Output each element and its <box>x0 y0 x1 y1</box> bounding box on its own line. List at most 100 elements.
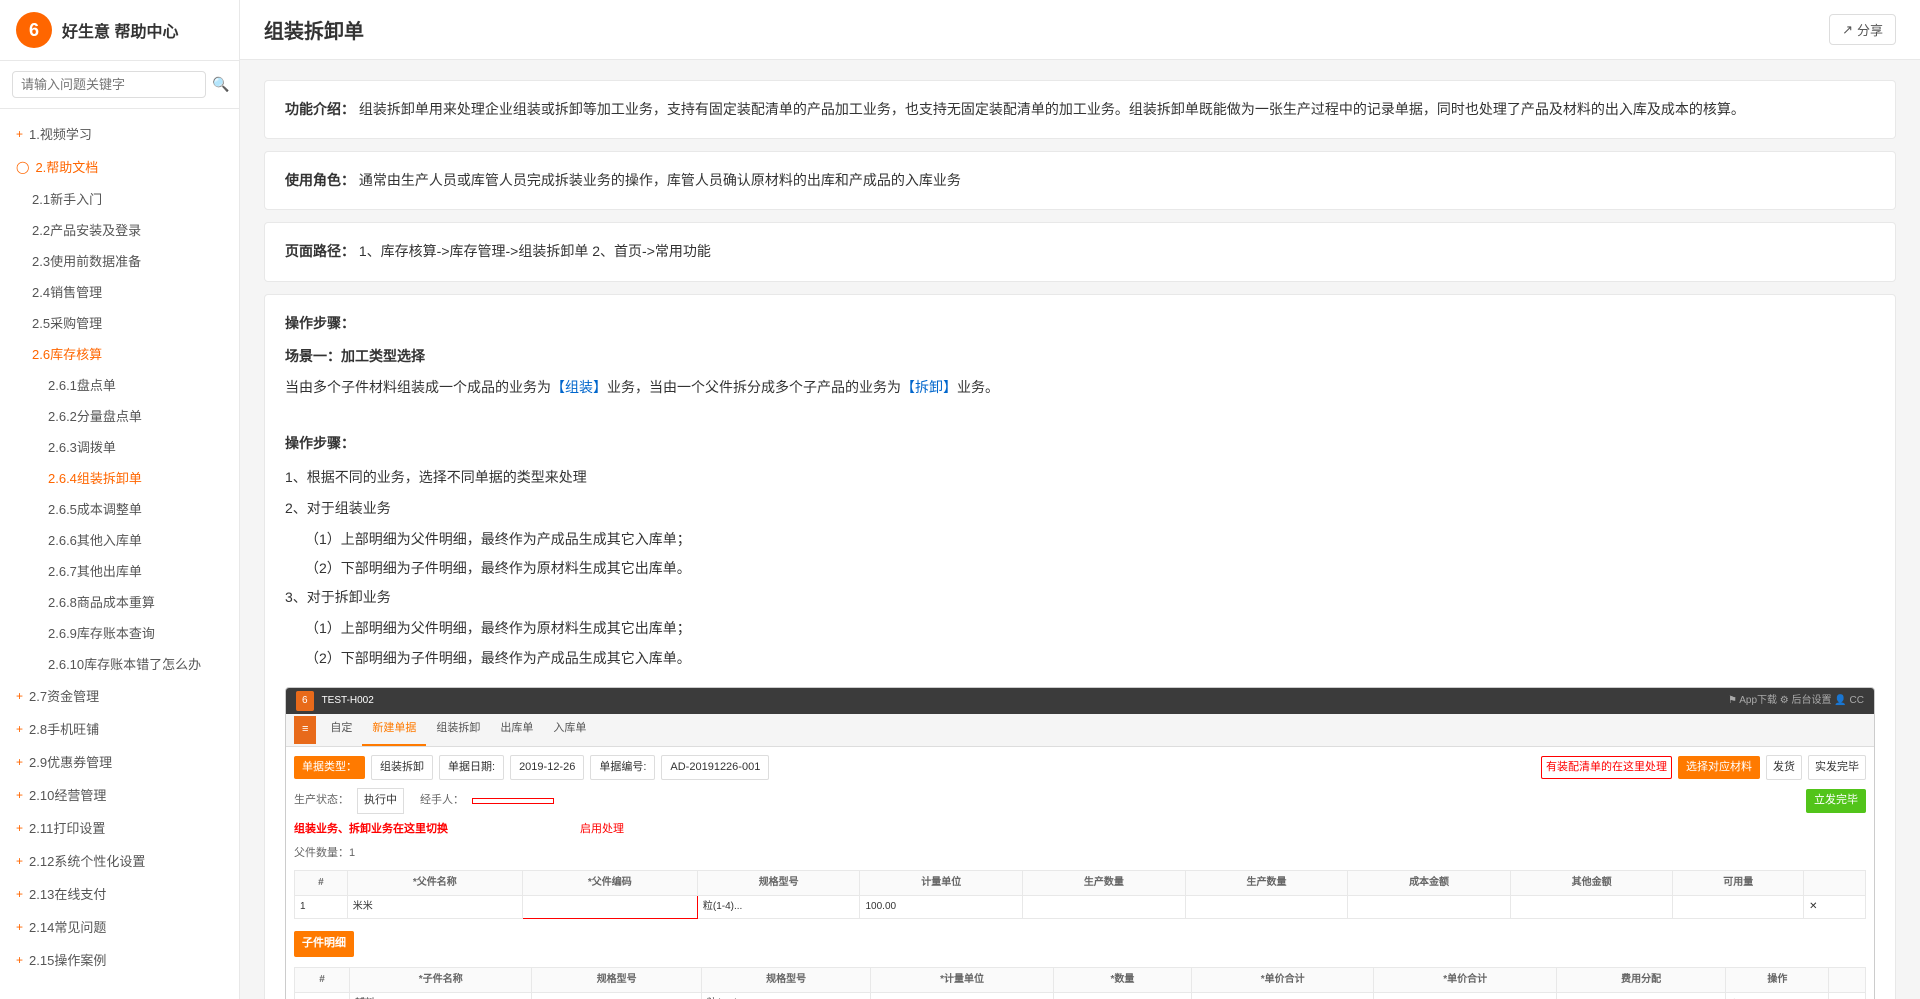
sidebar-sub-2-6-3[interactable]: 2.6.3调拨单 <box>0 431 239 462</box>
sc-logo: 6 <box>296 691 314 711</box>
step3: 3、对于拆卸业务 <box>285 585 1875 610</box>
table-row: 1 米米 粒(1-4)... 100.00 <box>295 895 1866 918</box>
sidebar-item-video[interactable]: + 1.视频学习 <box>0 117 239 150</box>
sidebar-item-help[interactable]: ◯ 2.帮助文档 <box>0 150 239 183</box>
sc-sub-label: 生产状态： <box>294 791 349 811</box>
plus-icon: + <box>16 722 23 736</box>
sc-col-spec: 规格型号 <box>697 870 860 895</box>
sc-tab-xinjian[interactable]: 新建单据 <box>362 714 426 746</box>
sc-type-value[interactable]: 组装拆卸 <box>371 755 433 781</box>
step2: 2、对于组装业务 <box>285 496 1875 521</box>
sc-btn-confirm[interactable]: 立发完毕 <box>1806 789 1866 813</box>
sidebar-item-2-15[interactable]: + 2.15操作案例 <box>0 943 239 976</box>
sidebar-sub-2-5[interactable]: 2.5采购管理 <box>0 307 239 338</box>
sidebar-sub-2-6-2[interactable]: 2.6.2分量盘点单 <box>0 400 239 431</box>
zuzhuang-text: 【组装】 <box>551 379 607 395</box>
sc-sub-section-header: 子件明细 <box>294 925 1866 961</box>
ops-block: 操作步骤： 场景一：加工类型选择 当由多个子件材料组装成一个成品的业务为【组装】… <box>264 294 1896 999</box>
sc-col-avail: 可用量 <box>1673 870 1804 895</box>
sc-col-qty2: 生产数量 <box>1185 870 1348 895</box>
sidebar-sub-2-6-9[interactable]: 2.6.9库存账本查询 <box>0 617 239 648</box>
sidebar-sub-2-1[interactable]: 2.1新手入门 <box>0 183 239 214</box>
sidebar-sub-2-6-8[interactable]: 2.6.8商品成本重算 <box>0 586 239 617</box>
func-intro-text: 组装拆卸单用来处理企业组装或拆卸等加工业务，支持有固定装配清单的产品加工业务，也… <box>359 101 1745 117</box>
sc-top-bar: 6 TEST-H002 ⚑ App下载 ⚙ 后台设置 👤 CC <box>286 688 1874 714</box>
sidebar-header: 6 好生意 帮助中心 <box>0 0 239 61</box>
page-title: 组装拆卸单 <box>264 15 364 44</box>
sidebar-sub-2-3[interactable]: 2.3使用前数据准备 <box>0 245 239 276</box>
sc-sub-status: 执行中 <box>357 788 404 814</box>
sc-code-value: AD-20191226-001 <box>661 755 769 781</box>
step3-1: （1）上部明细为父件明细，最终作为原材料生成其它出库单； <box>305 616 1875 641</box>
sidebar-item-2-10[interactable]: + 2.10经营管理 <box>0 778 239 811</box>
sc-col-cost: 成本金额 <box>1348 870 1511 895</box>
scenario1-title: 场景一：加工类型选择 <box>285 344 1875 369</box>
sidebar-sub-2-6-1[interactable]: 2.6.1盘点单 <box>0 369 239 400</box>
step2-1: （1）上部明细为父件明细，最终作为产成品生成其它入库单； <box>305 527 1875 552</box>
step3-2: （2）下部明细为子件明细，最终作为产成品生成其它入库单。 <box>305 646 1875 671</box>
sc-child-table: # *子件名称 规格型号 规格型号 *计量单位 *数量 *单价合计 *单价合计 … <box>294 967 1866 999</box>
role-text: 通常由生产人员或库管人员完成拆装业务的操作，库管人员确认原材料的出库和产成品的入… <box>359 172 961 188</box>
share-button[interactable]: ↗ 分享 <box>1829 14 1896 45</box>
sc-child-header-row: # *子件名称 规格型号 规格型号 *计量单位 *数量 *单价合计 *单价合计 … <box>295 967 1866 992</box>
search-icon[interactable]: 🔍 <box>212 76 229 93</box>
sc-btn-action[interactable]: 发货 <box>1766 755 1802 781</box>
app-title: 好生意 帮助中心 <box>62 18 178 42</box>
sidebar-item-label: 1.视频学习 <box>29 124 92 143</box>
path-text: 1、库存核算->库存管理->组装拆卸单 2、首页->常用功能 <box>359 243 711 259</box>
main-header: 组装拆卸单 ↗ 分享 <box>240 0 1920 60</box>
ops-steps-title: 操作步骤： <box>285 431 1875 456</box>
sc-parent-section: 父件数量：1 # *父件名称 *父件编码 规格型号 计量单位 生产数量 <box>294 844 1866 919</box>
sidebar-sub-2-6-5[interactable]: 2.6.5成本调整单 <box>0 493 239 524</box>
sc-annotation1: 有装配清单的在这里处理 <box>1541 756 1672 780</box>
plus-icon: + <box>16 920 23 934</box>
search-input[interactable] <box>12 71 206 98</box>
sidebar-item-2-13[interactable]: + 2.13在线支付 <box>0 877 239 910</box>
sidebar-sub-2-6-7[interactable]: 2.6.7其他出库单 <box>0 555 239 586</box>
nav-list: + 1.视频学习 ◯ 2.帮助文档 2.1新手入门 2.2产品安装及登录 2.3… <box>0 109 239 999</box>
sidebar-sub-2-6-6[interactable]: 2.6.6其他入库单 <box>0 524 239 555</box>
sc-annotation4: 启用处理 <box>580 820 624 840</box>
sc-btn-save[interactable]: 单据类型： <box>294 756 365 780</box>
sidebar-sub-2-6-10[interactable]: 2.6.10库存账本错了怎么办 <box>0 648 239 679</box>
search-box: 🔍 <box>0 61 239 109</box>
sidebar-item-2-7[interactable]: + 2.7资金管理 <box>0 679 239 712</box>
sc-col-seq: # <box>295 870 348 895</box>
sc-col-name: *父件名称 <box>347 870 522 895</box>
sc-tab-ziding[interactable]: 自定 <box>320 714 362 746</box>
func-intro-label: 功能介绍： <box>285 101 355 117</box>
sidebar: 6 好生意 帮助中心 🔍 + 1.视频学习 ◯ 2.帮助文档 2.1新手入门 2… <box>0 0 240 999</box>
sidebar-item-2-14[interactable]: + 2.14常见问题 <box>0 910 239 943</box>
share-icon: ↗ <box>1842 22 1853 38</box>
sidebar-sub-2-6[interactable]: 2.6库存核算 <box>0 338 239 369</box>
sidebar-item-2-12[interactable]: + 2.12系统个性化设置 <box>0 844 239 877</box>
sc-btn-peizhidan[interactable]: 选择对应材料 <box>1678 756 1760 780</box>
sc-col-other: 其他金额 <box>1510 870 1673 895</box>
sc-zhuren-label: 经手人： <box>420 791 464 811</box>
sc-code-cell[interactable] <box>522 895 697 918</box>
chaijiu-text: 【拆卸】 <box>901 379 957 395</box>
sc-parent-label: 父件数量：1 <box>294 844 1866 864</box>
plus-icon: + <box>16 689 23 703</box>
step1: 1、根据不同的业务，选择不同单据的类型来处理 <box>285 465 1875 490</box>
sidebar-item-2-8[interactable]: + 2.8手机旺铺 <box>0 712 239 745</box>
sidebar-sub-2-4[interactable]: 2.4销售管理 <box>0 276 239 307</box>
plus-icon: + <box>16 887 23 901</box>
scenario1-desc: 当由多个子件材料组装成一个成品的业务为【组装】业务，当由一个父件拆分成多个子产品… <box>285 375 1875 400</box>
sc-col-qty1: 生产数量 <box>1023 870 1186 895</box>
sc-col-unit: 计量单位 <box>860 870 1023 895</box>
sidebar-sub-2-2[interactable]: 2.2产品安装及登录 <box>0 214 239 245</box>
sc-tab-chuku[interactable]: 出库单 <box>490 714 543 746</box>
sc-tab-ruku[interactable]: 入库单 <box>543 714 596 746</box>
sc-annotation3: 组装业务、拆卸业务在这里切换 <box>294 820 448 840</box>
step2-2: （2）下部明细为子件明细，最终作为原材料生成其它出库单。 <box>305 556 1875 581</box>
sidebar-item-2-9[interactable]: + 2.9优惠券管理 <box>0 745 239 778</box>
plus-icon: + <box>16 127 23 141</box>
sidebar-item-2-11[interactable]: + 2.11打印设置 <box>0 811 239 844</box>
sc-home-icon: ≡ <box>294 716 316 744</box>
sc-btn-queren[interactable]: 实发完毕 <box>1808 755 1866 781</box>
sc-icons: ⚑ App下载 ⚙ 后台设置 👤 CC <box>1728 692 1864 710</box>
sc-zhuren-input[interactable] <box>472 798 554 804</box>
sidebar-sub-2-6-4[interactable]: 2.6.4组装拆卸单 <box>0 462 239 493</box>
sc-tab-zuzhuang[interactable]: 组装拆卸 <box>426 714 490 746</box>
